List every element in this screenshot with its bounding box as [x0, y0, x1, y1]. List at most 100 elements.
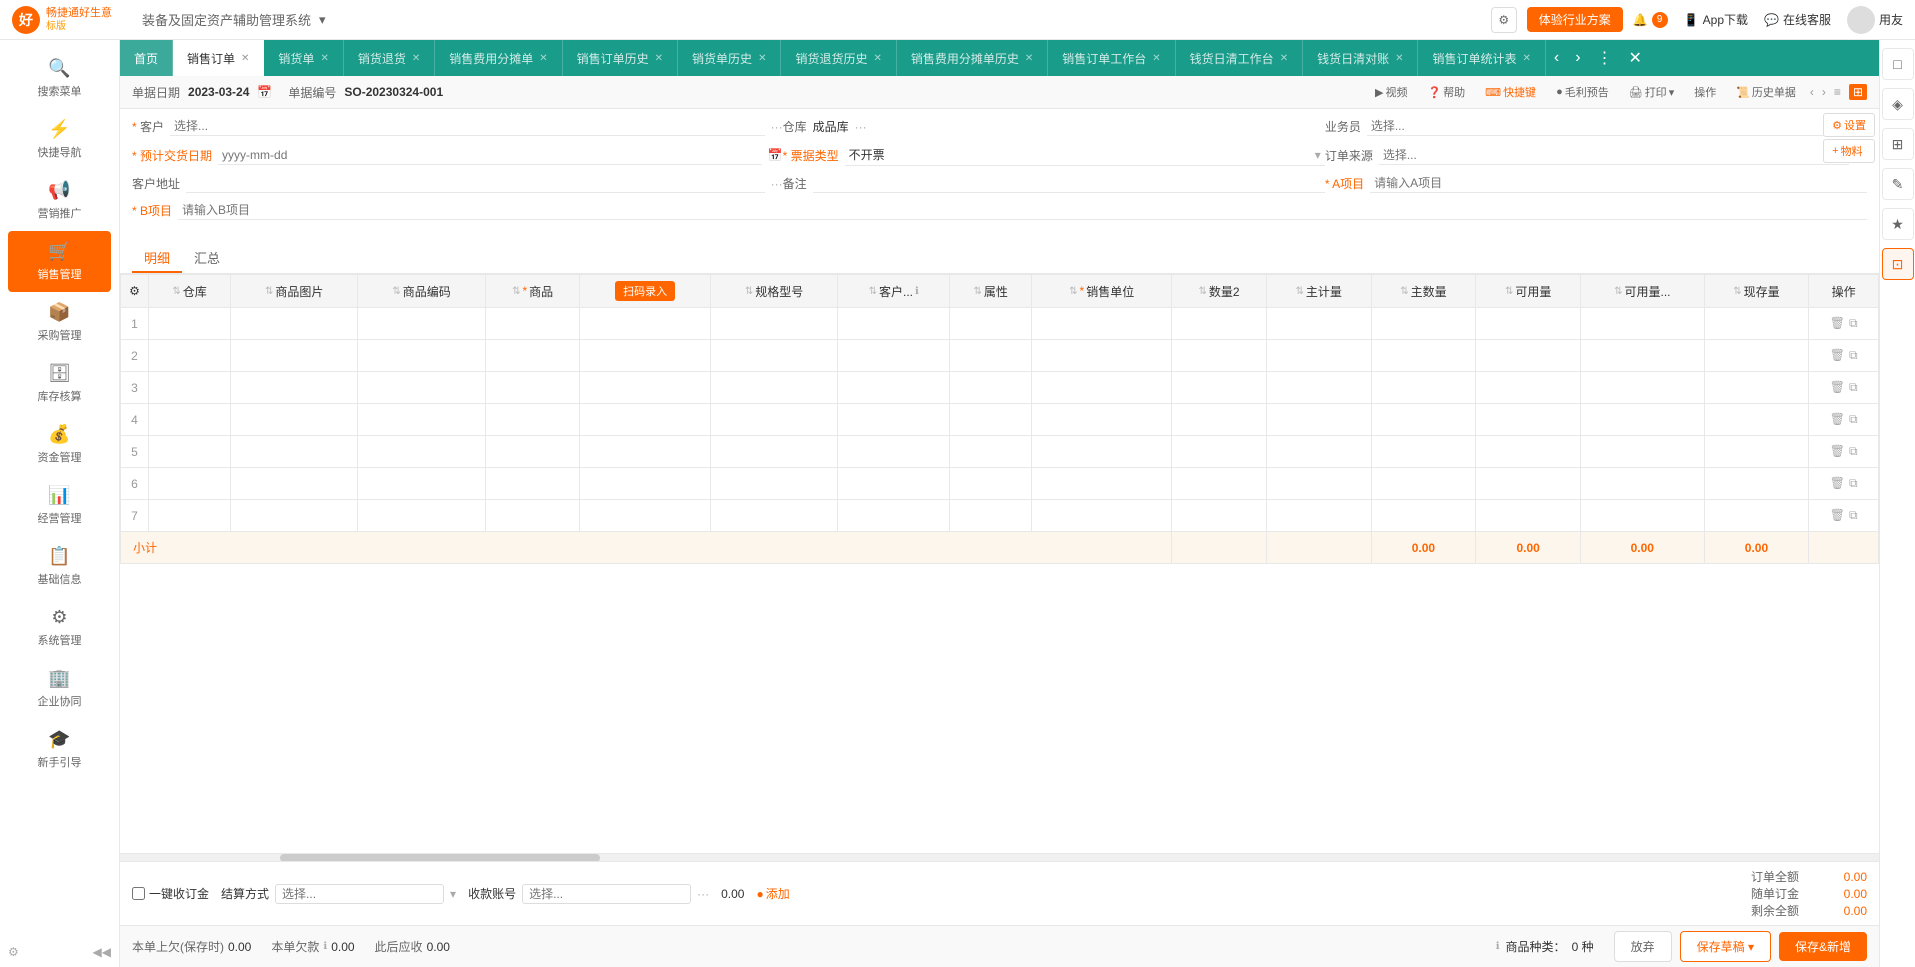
remark-input[interactable]: [813, 174, 1325, 193]
tab-prev-btn[interactable]: ‹: [1546, 49, 1567, 67]
collapse-icon[interactable]: ◀◀: [93, 945, 111, 959]
delivery-date-input[interactable]: [218, 146, 762, 165]
order-source-input[interactable]: [1379, 146, 1849, 165]
list-view-icon[interactable]: ≡: [1834, 85, 1841, 99]
settings-form-btn[interactable]: ⚙ 设置: [1823, 113, 1875, 137]
right-panel-icon-4[interactable]: ✎: [1882, 168, 1914, 200]
app-download[interactable]: 📱 App下载: [1684, 11, 1748, 28]
sidebar-item-system[interactable]: ⚙ 系统管理: [0, 597, 119, 658]
address-dots[interactable]: ···: [771, 177, 783, 191]
one-click-checkbox[interactable]: [132, 887, 145, 900]
customer-input[interactable]: [170, 117, 765, 136]
row-copy-icon[interactable]: ⧉: [1849, 316, 1858, 331]
tab-detail[interactable]: 明细: [132, 244, 182, 273]
history-btn[interactable]: 📜 历史单据: [1730, 82, 1802, 102]
tab-sales-order[interactable]: 销售订单 ✕: [173, 40, 264, 76]
sidebar-item-marketing[interactable]: 📢 营销推广: [0, 170, 119, 231]
col-scan-header[interactable]: 扫码录入: [580, 275, 710, 308]
col-settings[interactable]: ⚙: [121, 275, 149, 308]
tab-sales-workbench[interactable]: 销售订单工作台 ✕: [1048, 40, 1175, 76]
online-support[interactable]: 💬 在线客服: [1764, 11, 1831, 28]
calendar-icon[interactable]: 📅: [257, 85, 272, 99]
grid-view-icon[interactable]: ⊞: [1849, 84, 1867, 100]
tab-close-all-btn[interactable]: ✕: [1621, 48, 1650, 68]
sidebar-item-basic[interactable]: 📋 基础信息: [0, 536, 119, 597]
settings-bottom-icon[interactable]: ⚙: [8, 945, 19, 959]
tab-close-credit-reconcile[interactable]: ✕: [1395, 53, 1403, 64]
tab-summary[interactable]: 汇总: [182, 244, 232, 273]
row-copy-icon[interactable]: ⧉: [1849, 508, 1858, 523]
shortcut-btn[interactable]: ⌨ 快捷键: [1479, 82, 1542, 102]
tab-fee-history[interactable]: 销售费用分摊单历史 ✕: [897, 40, 1048, 76]
invoice-select[interactable]: 不开票 ▾: [845, 144, 1325, 166]
tab-close-credit-workbench[interactable]: ✕: [1280, 53, 1288, 64]
right-panel-icon-1[interactable]: □: [1882, 48, 1914, 80]
tab-close-sales-return[interactable]: ✕: [320, 53, 328, 64]
sidebar-item-sales[interactable]: 🛒 销售管理: [8, 231, 111, 292]
tab-fee-split[interactable]: 销售费用分摊单 ✕: [435, 40, 562, 76]
nav-right-icon[interactable]: ›: [1822, 85, 1826, 99]
print-btn[interactable]: 🖨 打印 ▾: [1623, 82, 1681, 102]
right-panel-icon-3[interactable]: ⊞: [1882, 128, 1914, 160]
payment-method-arrow[interactable]: ▾: [450, 887, 456, 901]
tab-close-fee-history[interactable]: ✕: [1025, 53, 1033, 64]
row-delete-icon[interactable]: 🗑: [1830, 316, 1845, 331]
sidebar-item-purchase[interactable]: 📦 采购管理: [0, 292, 119, 353]
save-new-button[interactable]: 保存&新增: [1779, 932, 1867, 961]
a-project-input[interactable]: [1370, 174, 1867, 193]
delivery-calendar-icon[interactable]: 📅: [768, 148, 783, 162]
warehouse-dots[interactable]: ···: [855, 120, 867, 134]
b-project-input[interactable]: [178, 201, 1867, 220]
row-copy-icon[interactable]: ⧉: [1849, 476, 1858, 491]
discard-button[interactable]: 放弃: [1614, 931, 1672, 962]
tab-menu-btn[interactable]: ⋮: [1589, 48, 1621, 68]
address-input[interactable]: [186, 174, 765, 193]
staff-input[interactable]: [1367, 117, 1849, 136]
nav-left-icon[interactable]: ‹: [1810, 85, 1814, 99]
sidebar-item-operations[interactable]: 📊 经营管理: [0, 475, 119, 536]
trial-button[interactable]: 体验行业方案: [1527, 7, 1623, 32]
right-panel-icon-6[interactable]: ⊡: [1882, 248, 1914, 280]
tab-close-sales-stats[interactable]: ✕: [1523, 53, 1531, 64]
preview-btn[interactable]: ▶ 视频: [1369, 82, 1413, 102]
tab-credit-reconcile[interactable]: 钱货日清对账 ✕: [1303, 40, 1418, 76]
add-material-btn[interactable]: + 物料: [1823, 139, 1875, 163]
add-payment-btn[interactable]: ● 添加: [756, 885, 789, 902]
customer-dots[interactable]: ···: [771, 120, 783, 134]
help-btn[interactable]: ❓ 帮助: [1421, 82, 1471, 102]
tab-next-btn[interactable]: ›: [1567, 49, 1588, 67]
payment-method-input[interactable]: [275, 884, 444, 904]
row-delete-icon[interactable]: 🗑: [1830, 476, 1845, 491]
tab-close-sales-order[interactable]: ✕: [241, 53, 249, 64]
right-panel-icon-2[interactable]: ◈: [1882, 88, 1914, 120]
tab-sales-refund[interactable]: 销货退货 ✕: [344, 40, 435, 76]
save-draft-button[interactable]: 保存草稿 ▾: [1680, 931, 1771, 962]
scan-btn[interactable]: 扫码录入: [615, 281, 675, 301]
row-delete-icon[interactable]: 🗑: [1830, 508, 1845, 523]
tab-close-sales-workbench[interactable]: ✕: [1152, 53, 1160, 64]
row-delete-icon[interactable]: 🗑: [1830, 444, 1845, 459]
tab-return-history[interactable]: 销货单历史 ✕: [678, 40, 781, 76]
profit-btn[interactable]: ● 毛利预告: [1550, 82, 1615, 102]
tab-credit-workbench[interactable]: 钱货日清工作台 ✕: [1176, 40, 1303, 76]
row-delete-icon[interactable]: 🗑: [1830, 348, 1845, 363]
sidebar-item-inventory[interactable]: 🗄 库存核算: [0, 353, 119, 414]
horizontal-scrollbar[interactable]: [120, 853, 1879, 861]
row-copy-icon[interactable]: ⧉: [1849, 348, 1858, 363]
sidebar-item-quick-nav[interactable]: ⚡ 快捷导航: [0, 109, 119, 170]
tab-sales-return[interactable]: 销货单 ✕: [264, 40, 343, 76]
row-copy-icon[interactable]: ⧉: [1849, 412, 1858, 427]
row-copy-icon[interactable]: ⧉: [1849, 380, 1858, 395]
operate-btn[interactable]: 操作: [1688, 82, 1722, 102]
tab-home[interactable]: 首页: [120, 40, 173, 76]
settings-icon[interactable]: ⚙: [1491, 7, 1517, 33]
user-area[interactable]: 用友: [1847, 6, 1903, 34]
tab-refund-history[interactable]: 销货退货历史 ✕: [781, 40, 896, 76]
row-delete-icon[interactable]: 🗑: [1830, 412, 1845, 427]
bank-input[interactable]: [522, 884, 691, 904]
right-panel-icon-5[interactable]: ★: [1882, 208, 1914, 240]
bank-dots[interactable]: ···: [697, 887, 709, 901]
sidebar-item-search[interactable]: 🔍 搜索菜单: [0, 48, 119, 109]
sidebar-item-enterprise[interactable]: 🏢 企业协同: [0, 658, 119, 719]
tab-order-history[interactable]: 销售订单历史 ✕: [563, 40, 678, 76]
